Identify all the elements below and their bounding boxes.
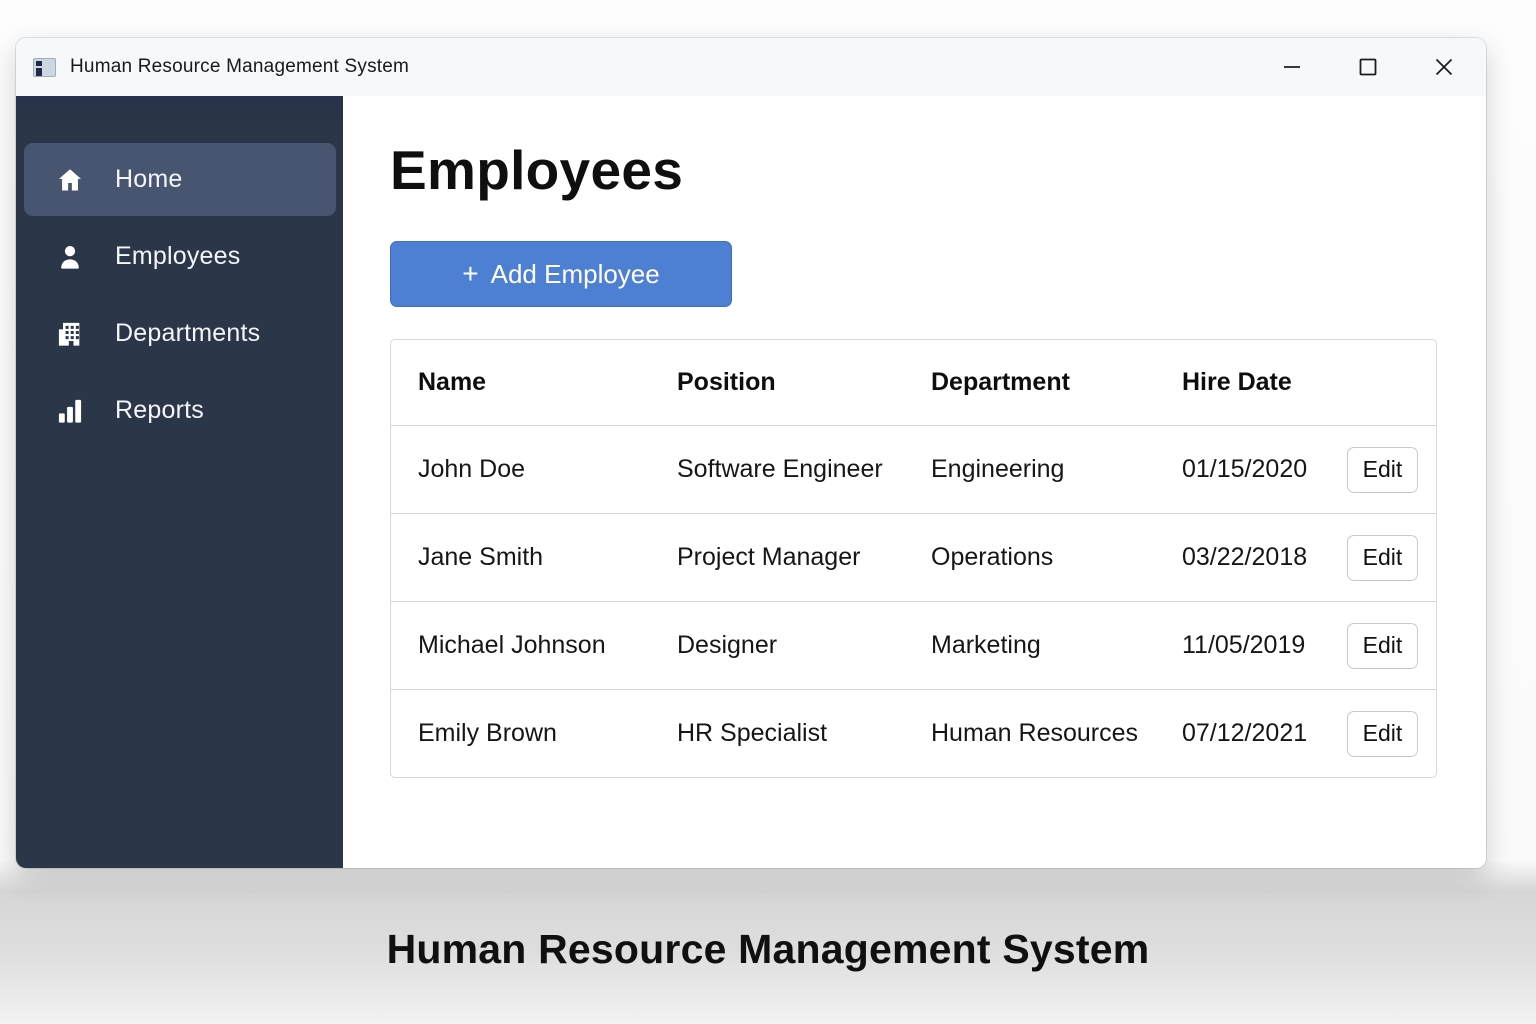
add-employee-label: Add Employee bbox=[490, 258, 660, 289]
titlebar: Human Resource Management System bbox=[16, 38, 1486, 96]
edit-button[interactable]: Edit bbox=[1347, 534, 1418, 581]
sidebar-item-reports[interactable]: Reports bbox=[24, 374, 336, 447]
building-icon bbox=[55, 319, 85, 349]
column-header-hire-date: Hire Date bbox=[1182, 368, 1292, 396]
cell-hire-date: 03/22/2018 bbox=[1182, 543, 1308, 571]
bar-chart-icon bbox=[55, 396, 85, 426]
cell-position: Software Engineer bbox=[677, 455, 883, 483]
add-employee-button[interactable]: + Add Employee bbox=[390, 241, 732, 307]
app-icon bbox=[33, 57, 56, 77]
page-caption: Human Resource Management System bbox=[386, 926, 1150, 972]
cell-department: Marketing bbox=[931, 631, 1041, 659]
person-icon bbox=[55, 242, 85, 272]
cell-position: Project Manager bbox=[677, 543, 861, 571]
cell-hire-date: 01/15/2020 bbox=[1182, 455, 1308, 483]
minimize-button[interactable] bbox=[1254, 43, 1330, 91]
sidebar: Home Employees Departments Reports bbox=[16, 96, 343, 868]
table-header-row: Name Position Department Hire Date bbox=[391, 340, 1436, 425]
employees-table: Name Position Department Hire Date John … bbox=[390, 339, 1437, 778]
cell-department: Operations bbox=[931, 543, 1054, 571]
cell-name: John Doe bbox=[418, 455, 526, 483]
cell-department: Human Resources bbox=[931, 719, 1139, 747]
maximize-icon bbox=[1359, 58, 1377, 76]
page-title: Employees bbox=[390, 139, 684, 201]
main-content: Employees + Add Employee Name Position D… bbox=[343, 96, 1486, 868]
cell-actions: Edit bbox=[1347, 622, 1418, 669]
column-header-name: Name bbox=[418, 368, 487, 396]
sidebar-item-employees[interactable]: Employees bbox=[24, 220, 336, 293]
table-body: John Doe Software Engineer Engineering 0… bbox=[391, 425, 1436, 777]
edit-button[interactable]: Edit bbox=[1347, 622, 1418, 669]
sidebar-item-label: Home bbox=[115, 165, 183, 193]
sidebar-item-label: Employees bbox=[115, 242, 241, 270]
sidebar-item-departments[interactable]: Departments bbox=[24, 297, 336, 370]
table-row: John Doe Software Engineer Engineering 0… bbox=[391, 425, 1436, 513]
cell-hire-date: 07/12/2021 bbox=[1182, 719, 1308, 747]
cell-position: Designer bbox=[677, 631, 778, 659]
column-header-department: Department bbox=[931, 368, 1070, 396]
cell-name: Michael Johnson bbox=[418, 631, 606, 659]
cell-hire-date: 11/05/2019 bbox=[1182, 631, 1306, 659]
close-icon bbox=[1435, 58, 1453, 76]
edit-button[interactable]: Edit bbox=[1347, 710, 1418, 757]
sidebar-item-label: Reports bbox=[115, 396, 204, 424]
close-button[interactable] bbox=[1406, 43, 1482, 91]
sidebar-item-home[interactable]: Home bbox=[24, 143, 336, 216]
home-icon bbox=[55, 165, 85, 195]
sidebar-item-label: Departments bbox=[115, 319, 261, 347]
column-header-position: Position bbox=[677, 368, 776, 396]
edit-button[interactable]: Edit bbox=[1347, 446, 1418, 493]
table-row: Michael Johnson Designer Marketing 11/05… bbox=[391, 601, 1436, 689]
maximize-button[interactable] bbox=[1330, 43, 1406, 91]
cell-actions: Edit bbox=[1347, 446, 1418, 493]
cell-actions: Edit bbox=[1347, 710, 1418, 757]
table-row: Emily Brown HR Specialist Human Resource… bbox=[391, 689, 1436, 777]
cell-department: Engineering bbox=[931, 455, 1065, 483]
cell-actions: Edit bbox=[1347, 534, 1418, 581]
plus-icon: + bbox=[462, 258, 479, 289]
table-row: Jane Smith Project Manager Operations 03… bbox=[391, 513, 1436, 601]
cell-name: Emily Brown bbox=[418, 719, 557, 747]
window-title: Human Resource Management System bbox=[70, 56, 410, 77]
app-window: Human Resource Management System Home Em… bbox=[16, 38, 1486, 868]
cell-name: Jane Smith bbox=[418, 543, 544, 571]
minimize-icon bbox=[1284, 66, 1300, 68]
sidebar-nav: Home Employees Departments Reports bbox=[16, 96, 343, 447]
cell-position: HR Specialist bbox=[677, 719, 828, 747]
window-controls bbox=[1254, 38, 1486, 96]
